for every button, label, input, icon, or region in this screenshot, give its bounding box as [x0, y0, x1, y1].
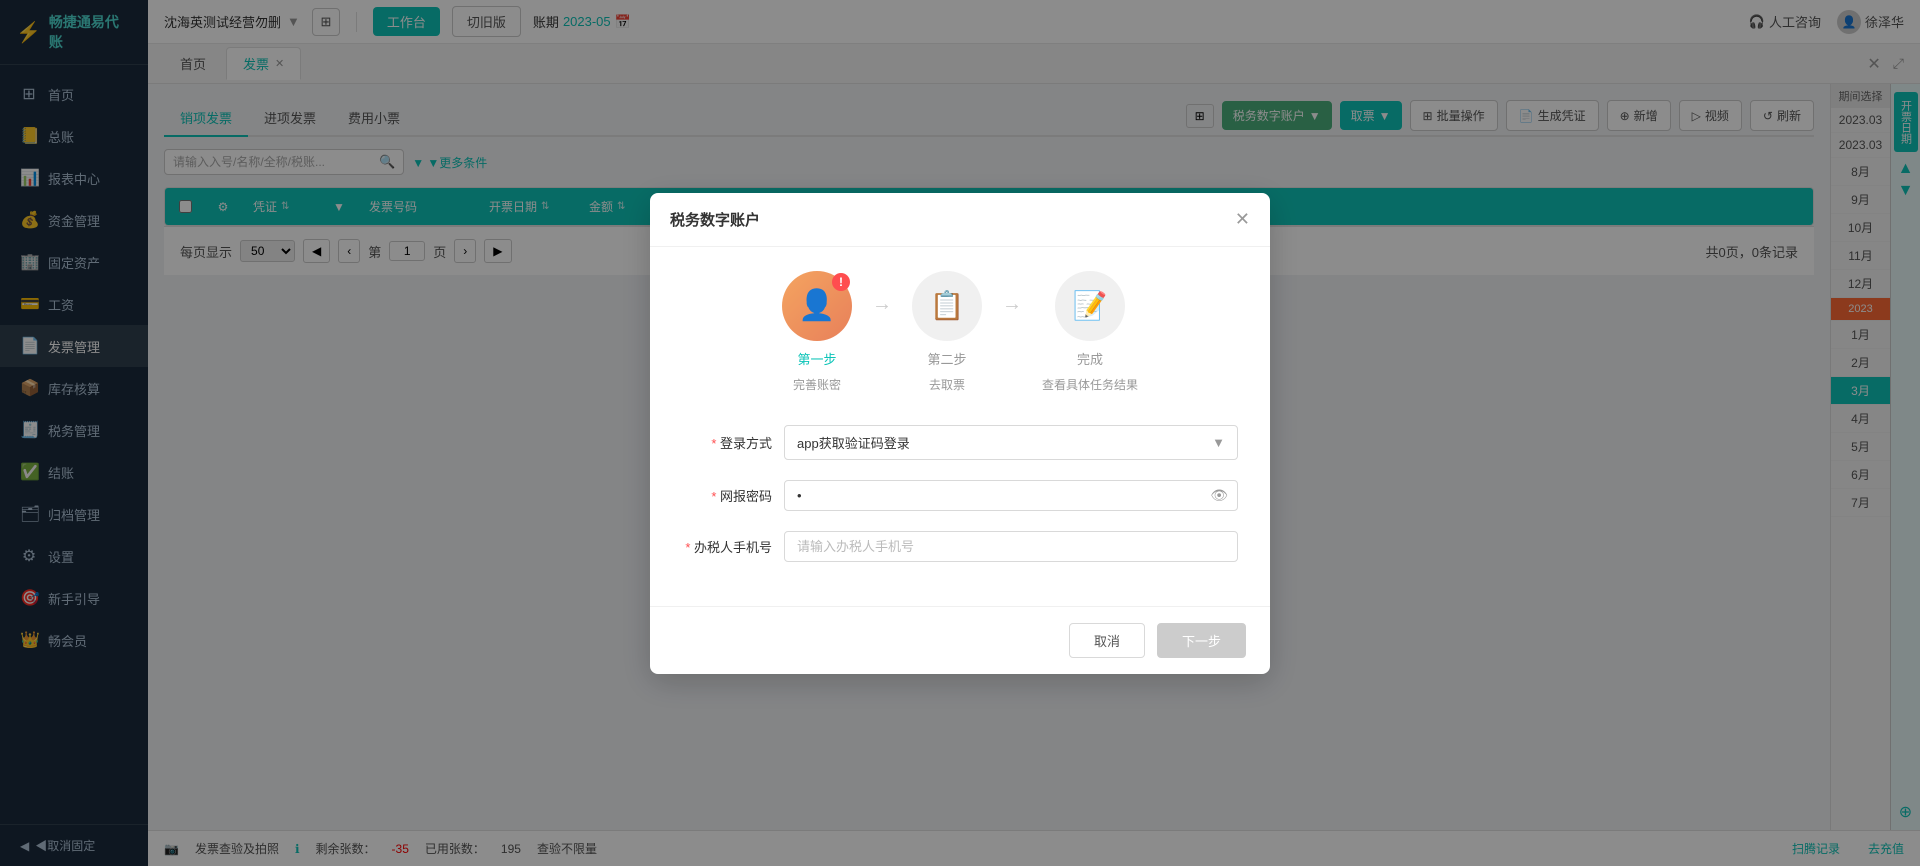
step3-icon-wrap: 📝 [1055, 271, 1125, 341]
step2-icon: 📋 [930, 289, 965, 322]
steps: 👤 ! 第一步 完善账密 → 📋 第二步 去取票 [682, 271, 1238, 393]
step1-icon: 👤 [798, 288, 835, 323]
phone-label: 办税人手机号 [682, 537, 772, 556]
modal-footer: 取消 下一步 [650, 606, 1270, 674]
cancel-btn[interactable]: 取消 [1069, 623, 1145, 658]
step-3: 📝 完成 查看具体任务结果 [1042, 271, 1138, 393]
password-input-wrap: 👁 [784, 480, 1238, 511]
step1-label: 第一步 [797, 349, 836, 368]
next-btn[interactable]: 下一步 [1157, 623, 1246, 658]
tax-digital-modal: 税务数字账户 ✕ 👤 ! 第一步 完善账密 → [650, 193, 1270, 674]
step-1: 👤 ! 第一步 完善账密 [782, 271, 852, 393]
login-method-select[interactable]: app获取验证码登录 ▼ [784, 425, 1238, 460]
form-row-phone: 办税人手机号 [682, 531, 1238, 562]
step2-label: 第二步 [927, 349, 966, 368]
password-input[interactable] [784, 480, 1238, 511]
phone-control [784, 531, 1238, 562]
password-label: 网报密码 [682, 486, 772, 505]
step2-icon-wrap: 📋 [912, 271, 982, 341]
step-arrow-2: → [982, 293, 1042, 316]
modal-header: 税务数字账户 ✕ [650, 193, 1270, 247]
step1-badge: ! [832, 273, 850, 291]
select-dropdown-icon: ▼ [1212, 435, 1225, 450]
step3-desc: 查看具体任务结果 [1042, 376, 1138, 393]
phone-input[interactable] [784, 531, 1238, 562]
form-row-password: 网报密码 👁 [682, 480, 1238, 511]
modal-close-btn[interactable]: ✕ [1235, 210, 1250, 228]
step-2: 📋 第二步 去取票 [912, 271, 982, 393]
form-row-login: 登录方式 app获取验证码登录 ▼ [682, 425, 1238, 460]
step1-desc: 完善账密 [793, 376, 841, 393]
step3-icon: 📝 [1073, 289, 1108, 322]
step-arrow-1: → [852, 293, 912, 316]
login-method-label: 登录方式 [682, 433, 772, 452]
password-control: 👁 [784, 480, 1238, 511]
modal-title: 税务数字账户 [670, 209, 760, 230]
login-method-control: app获取验证码登录 ▼ [784, 425, 1238, 460]
step2-desc: 去取票 [929, 376, 965, 393]
password-toggle-icon[interactable]: 👁 [1210, 487, 1228, 504]
modal-overlay: 税务数字账户 ✕ 👤 ! 第一步 完善账密 → [0, 0, 1920, 866]
step1-icon-wrap: 👤 ! [782, 271, 852, 341]
step3-label: 完成 [1077, 349, 1103, 368]
modal-body: 👤 ! 第一步 完善账密 → 📋 第二步 去取票 [650, 247, 1270, 606]
